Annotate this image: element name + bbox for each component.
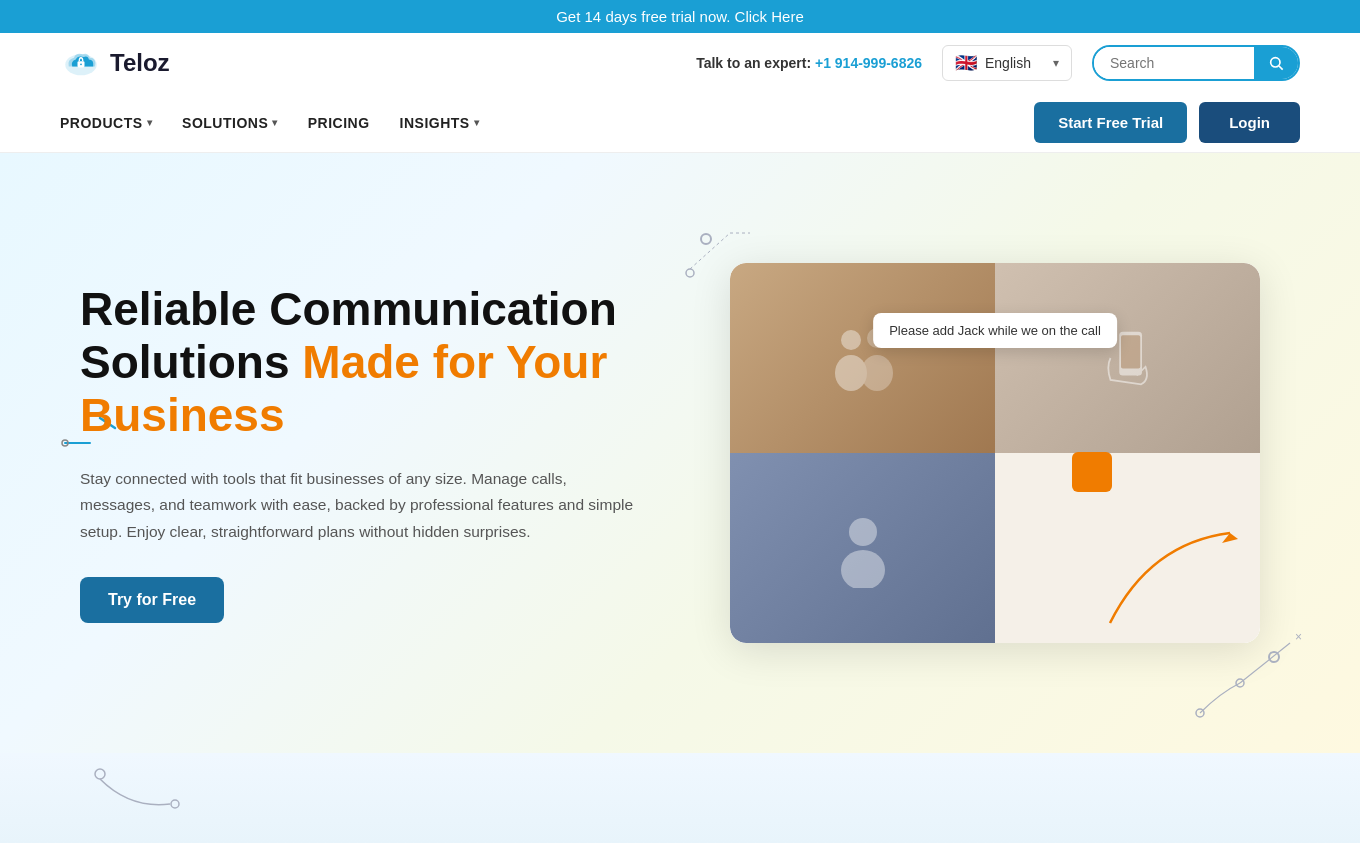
login-label: Login bbox=[1229, 114, 1270, 131]
hero-visual-wrapper: Please add Jack while we on the call bbox=[730, 263, 1260, 643]
search-button[interactable] bbox=[1254, 47, 1298, 79]
lang-chevron-icon: ▾ bbox=[1053, 56, 1059, 70]
phone-image bbox=[995, 263, 1260, 453]
login-button[interactable]: Login bbox=[1199, 102, 1300, 143]
nav-label-solutions: SOLUTIONS bbox=[182, 115, 268, 131]
hero-image-card: Please add Jack while we on the call bbox=[730, 263, 1260, 643]
svg-point-18 bbox=[849, 518, 877, 546]
try-free-button[interactable]: Try for Free bbox=[80, 577, 224, 623]
banner-text: Get 14 days free trial now. Click Here bbox=[556, 8, 804, 25]
svg-point-3 bbox=[1271, 58, 1280, 67]
svg-line-4 bbox=[1279, 66, 1283, 70]
hero-title: Reliable Communication Solutions Made fo… bbox=[80, 283, 690, 442]
hero-title-line1: Reliable Communication bbox=[80, 283, 617, 335]
nav-label-pricing: PRICING bbox=[308, 115, 370, 131]
flag-icon: 🇬🇧 bbox=[955, 52, 977, 74]
nav-link-products[interactable]: PRODUCTS ▾ bbox=[60, 115, 152, 131]
expert-phone: +1 914-999-6826 bbox=[815, 55, 922, 71]
nav-item-pricing[interactable]: PRICING bbox=[308, 115, 370, 131]
search-container bbox=[1092, 45, 1300, 81]
hero-visual: Please add Jack while we on the call bbox=[690, 263, 1300, 643]
bottom-deco-path bbox=[80, 749, 200, 819]
nav-label-insights: INSIGHTS bbox=[400, 115, 470, 131]
navbar: PRODUCTS ▾ SOLUTIONS ▾ PRICING INSIGHTS … bbox=[0, 93, 1360, 153]
expert-label: Talk to an expert: bbox=[696, 55, 811, 71]
svg-point-17 bbox=[1128, 370, 1132, 374]
search-input[interactable] bbox=[1094, 47, 1254, 79]
hero-title-line2: Solutions bbox=[80, 336, 302, 388]
header: Teloz Talk to an expert: +1 914-999-6826… bbox=[0, 33, 1360, 93]
bottom-curve-deco bbox=[80, 749, 200, 823]
nav-links: PRODUCTS ▾ SOLUTIONS ▾ PRICING INSIGHTS … bbox=[60, 115, 479, 131]
logo-area[interactable]: Teloz bbox=[60, 47, 170, 79]
photo-tile-women bbox=[730, 263, 995, 453]
language-selector[interactable]: 🇬🇧 English ▾ bbox=[942, 45, 1072, 81]
svg-line-9 bbox=[690, 233, 730, 269]
photo-tile-deco bbox=[995, 453, 1260, 643]
svg-point-8 bbox=[686, 269, 694, 277]
nav-item-insights[interactable]: INSIGHTS ▾ bbox=[400, 115, 480, 131]
nav-buttons: Start Free Trial Login bbox=[1034, 102, 1300, 143]
hero-description: Stay connected with tools that fit busin… bbox=[80, 466, 640, 545]
logo-icon bbox=[60, 47, 102, 79]
svg-point-2 bbox=[80, 63, 82, 65]
orange-arrow-deco bbox=[1090, 513, 1250, 633]
nav-item-products[interactable]: PRODUCTS ▾ bbox=[60, 115, 152, 131]
svg-point-25 bbox=[95, 769, 105, 779]
photo-tile-phone bbox=[995, 263, 1260, 453]
svg-text:×: × bbox=[1295, 630, 1302, 644]
women-image bbox=[730, 263, 995, 453]
chat-bubble-text: Please add Jack while we on the call bbox=[889, 323, 1101, 338]
bottom-section bbox=[0, 753, 1360, 843]
nav-link-insights[interactable]: INSIGHTS ▾ bbox=[400, 115, 480, 131]
top-banner[interactable]: Get 14 days free trial now. Click Here bbox=[0, 0, 1360, 33]
expert-contact: Talk to an expert: +1 914-999-6826 bbox=[696, 55, 922, 71]
chevron-down-icon: ▾ bbox=[147, 117, 153, 128]
language-label: English bbox=[985, 55, 1031, 71]
nav-label-products: PRODUCTS bbox=[60, 115, 143, 131]
nav-item-solutions[interactable]: SOLUTIONS ▾ bbox=[182, 115, 278, 131]
svg-point-26 bbox=[171, 800, 179, 808]
svg-point-19 bbox=[841, 550, 885, 588]
chevron-down-icon: ▾ bbox=[474, 117, 480, 128]
header-right: Talk to an expert: +1 914-999-6826 🇬🇧 En… bbox=[696, 45, 1300, 81]
logo-text: Teloz bbox=[110, 49, 170, 77]
nav-link-solutions[interactable]: SOLUTIONS ▾ bbox=[182, 115, 278, 131]
hero-content: Reliable Communication Solutions Made fo… bbox=[80, 283, 690, 623]
chat-bubble: Please add Jack while we on the call bbox=[873, 313, 1117, 348]
try-free-label: Try for Free bbox=[108, 591, 196, 608]
svg-point-11 bbox=[841, 330, 861, 350]
start-trial-button[interactable]: Start Free Trial bbox=[1034, 102, 1187, 143]
chevron-down-icon: ▾ bbox=[272, 117, 278, 128]
hero-section: Reliable Communication Solutions Made fo… bbox=[0, 153, 1360, 753]
svg-rect-16 bbox=[1121, 335, 1140, 368]
orange-accent-shape bbox=[1072, 453, 1112, 492]
man-image bbox=[730, 453, 995, 643]
nav-link-pricing[interactable]: PRICING bbox=[308, 115, 370, 131]
photo-tile-man bbox=[730, 453, 995, 643]
start-trial-label: Start Free Trial bbox=[1058, 114, 1163, 131]
svg-point-14 bbox=[861, 355, 893, 391]
deco-bottom-right: × bbox=[1180, 623, 1360, 743]
search-icon bbox=[1268, 55, 1284, 71]
